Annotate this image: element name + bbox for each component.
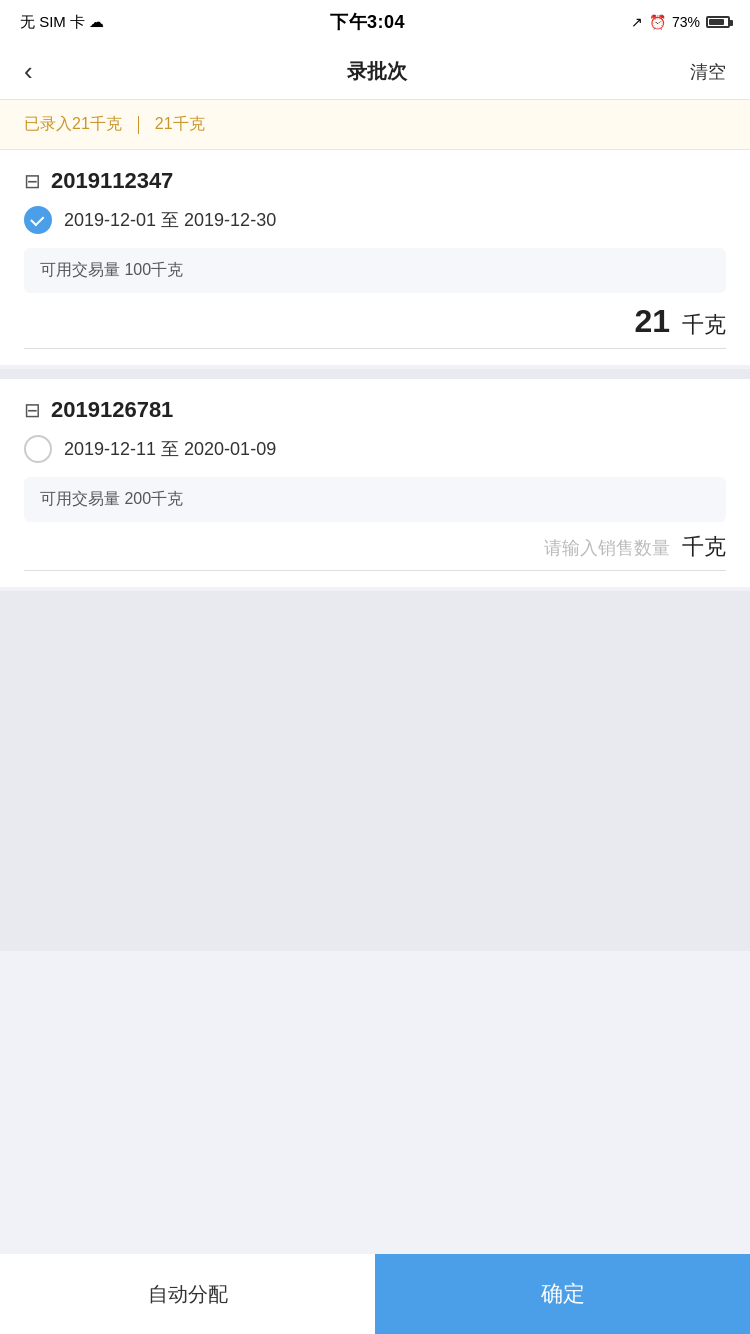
- batch-card-2: ⊟ 2019126781 2019-12-11 至 2020-01-09 可用交…: [0, 379, 750, 587]
- batch-1-available: 可用交易量 100千克: [24, 248, 726, 293]
- bottom-bar: 自动分配 确定: [0, 1254, 750, 1334]
- status-time: 下午3:04: [330, 10, 405, 34]
- batch-2-available: 可用交易量 200千克: [24, 477, 726, 522]
- batch-1-amount-row: 21 千克: [24, 303, 726, 349]
- total-label: 21千克: [155, 114, 205, 135]
- batch-1-date: 2019-12-01 至 2019-12-30: [64, 208, 276, 232]
- batch-1-header: ⊟ 2019112347: [0, 150, 750, 202]
- batch-1-amount-wrapper: 21 千克: [0, 293, 750, 365]
- batch-2-date: 2019-12-11 至 2020-01-09: [64, 437, 276, 461]
- location-icon: ↗: [631, 14, 643, 30]
- batch-1-radio[interactable]: [24, 206, 52, 234]
- summary-divider: [138, 116, 139, 134]
- alarm-icon: ⏰: [649, 14, 666, 30]
- batch-2-header: ⊟ 2019126781: [0, 379, 750, 431]
- batch-1-icon: ⊟: [24, 169, 41, 193]
- confirm-button[interactable]: 确定: [375, 1254, 750, 1334]
- battery-text: 73%: [672, 14, 700, 30]
- batch-2-input-row[interactable]: 请输入销售数量 千克: [24, 532, 726, 571]
- battery-icon: [706, 16, 730, 28]
- batch-1-number: 2019112347: [51, 168, 173, 194]
- nav-bar: ‹ 录批次 清空: [0, 44, 750, 100]
- batch-2-icon: ⊟: [24, 398, 41, 422]
- summary-banner: 已录入21千克 21千克: [0, 100, 750, 150]
- recorded-label: 已录入21千克: [24, 114, 122, 135]
- status-right: ↗ ⏰ 73%: [631, 14, 730, 30]
- clear-button[interactable]: 清空: [690, 60, 726, 84]
- batch-1-date-row[interactable]: 2019-12-01 至 2019-12-30: [0, 202, 750, 238]
- batch-2-number: 2019126781: [51, 397, 173, 423]
- auto-distribute-button[interactable]: 自动分配: [0, 1254, 375, 1334]
- separator-1: [0, 369, 750, 379]
- batch-1-amount-value: 21: [634, 303, 670, 340]
- page-title: 录批次: [347, 58, 407, 85]
- status-bar: 无 SIM 卡 ☁ 下午3:04 ↗ ⏰ 73%: [0, 0, 750, 44]
- batch-2-radio[interactable]: [24, 435, 52, 463]
- batch-2-date-row[interactable]: 2019-12-11 至 2020-01-09: [0, 431, 750, 467]
- status-left: 无 SIM 卡 ☁: [20, 13, 104, 32]
- no-sim-text: 无 SIM 卡 ☁: [20, 13, 104, 32]
- batch-2-input-placeholder: 请输入销售数量: [544, 536, 670, 560]
- batch-1-amount-unit: 千克: [682, 310, 726, 340]
- batch-card-1: ⊟ 2019112347 2019-12-01 至 2019-12-30 可用交…: [0, 150, 750, 365]
- back-button[interactable]: ‹: [24, 56, 64, 87]
- batch-2-input-wrapper[interactable]: 请输入销售数量 千克: [0, 522, 750, 587]
- gray-area: [0, 591, 750, 951]
- batch-2-input-unit: 千克: [682, 532, 726, 562]
